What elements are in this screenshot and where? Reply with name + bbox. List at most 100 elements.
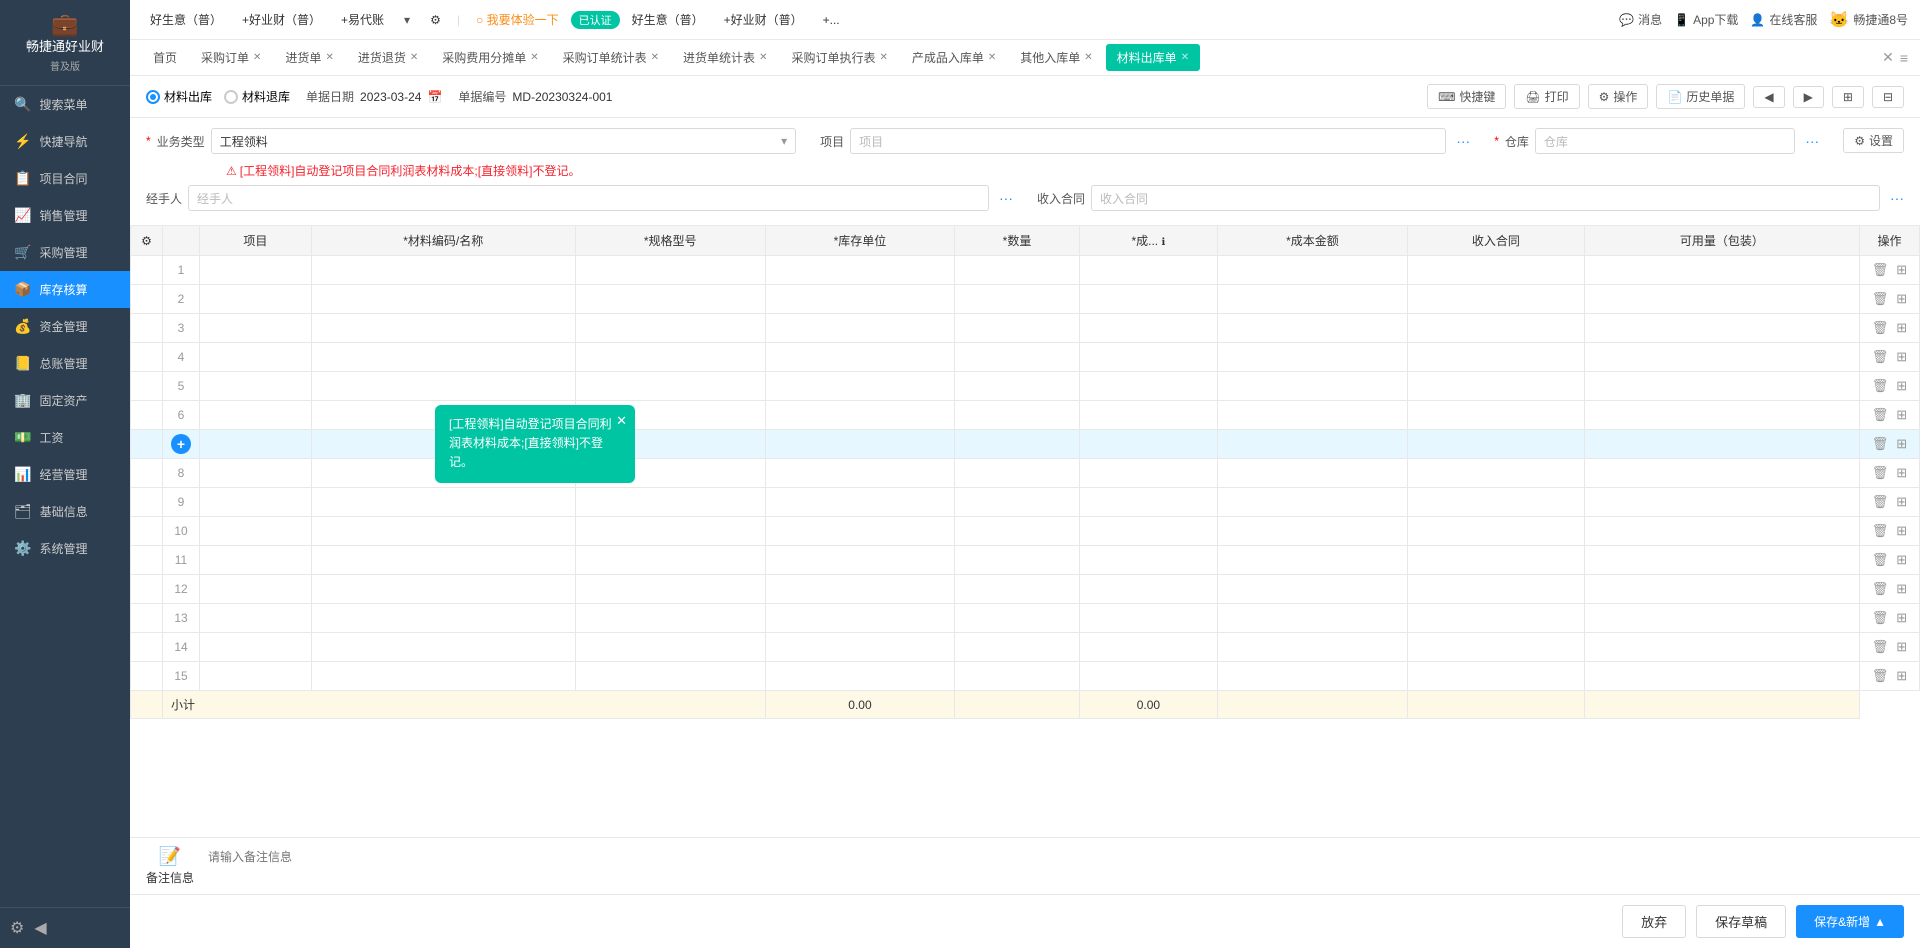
cell-income-contract[interactable] [1407, 285, 1584, 314]
tab-purchase-exec[interactable]: 采购订单执行表 ✕ [780, 44, 898, 71]
col-project[interactable]: 项目 [200, 226, 312, 256]
col-spec[interactable]: *规格型号 [575, 226, 765, 256]
tab-material-issue[interactable]: 材料出库单 ✕ [1106, 44, 1200, 71]
cell-available[interactable] [1584, 488, 1859, 517]
copy-icon[interactable]: ⊞ [1894, 550, 1909, 570]
cell-available[interactable] [1584, 604, 1859, 633]
cell-warehouse[interactable] [765, 633, 955, 662]
tab-menu-btn[interactable]: ≡ [1900, 50, 1908, 66]
cell-project[interactable] [200, 488, 312, 517]
cell-spec[interactable] [575, 488, 765, 517]
sidebar-item-ledger[interactable]: 📒 总账管理 [0, 345, 130, 382]
cell-warehouse[interactable] [765, 517, 955, 546]
cell-quantity[interactable] [955, 575, 1079, 604]
app-download-btn[interactable]: 📱 App下载 [1674, 11, 1738, 28]
col-warehouse[interactable]: *库存单位 [765, 226, 955, 256]
tab-close-icon[interactable]: ✕ [759, 52, 767, 63]
cell-income-contract[interactable] [1407, 488, 1584, 517]
tab-receipt-stats[interactable]: 进货单统计表 ✕ [672, 44, 778, 71]
tab-goods-receipt[interactable]: 进货单 ✕ [274, 44, 344, 71]
cell-available[interactable] [1584, 459, 1859, 488]
topbar-nav-more-2[interactable]: +... [815, 9, 848, 31]
remark-input[interactable] [204, 846, 1904, 868]
sidebar-item-system[interactable]: ⚙️ 系统管理 [0, 530, 130, 567]
cell-spec[interactable] [575, 256, 765, 285]
copy-icon[interactable]: ⊞ [1894, 289, 1909, 309]
topbar-nav-more-0[interactable]: 好生意（普） [624, 7, 712, 32]
cell-cost-amount[interactable] [1218, 343, 1408, 372]
cell-quantity[interactable] [955, 256, 1079, 285]
col-income-contract[interactable]: 收入合同 [1407, 226, 1584, 256]
delete-icon[interactable]: 🗑 [1870, 637, 1891, 657]
cell-project[interactable] [200, 546, 312, 575]
tab-close-icon[interactable]: ✕ [1084, 52, 1092, 63]
cell-material[interactable] [311, 662, 575, 691]
delete-icon[interactable]: 🗑 [1870, 376, 1891, 396]
copy-icon[interactable]: ⊞ [1894, 434, 1909, 454]
sidebar-item-project-contract[interactable]: 📋 项目合同 [0, 160, 130, 197]
cell-income-contract[interactable] [1407, 401, 1584, 430]
radio-material-return[interactable]: 材料退库 [224, 88, 290, 105]
business-type-input[interactable]: 工程领料 ▾ [211, 128, 796, 154]
col-settings[interactable]: ⚙ [131, 226, 163, 256]
cell-available[interactable] [1584, 517, 1859, 546]
cell-cost-amount[interactable] [1218, 256, 1408, 285]
cell-cost-amount[interactable] [1218, 604, 1408, 633]
grid-view-btn[interactable]: ⊞ [1832, 86, 1864, 108]
shortcut-btn[interactable]: ⌨ 快捷键 [1427, 84, 1506, 109]
delete-icon[interactable]: 🗑 [1870, 608, 1891, 628]
cell-cost-price[interactable] [1079, 662, 1217, 691]
info-icon[interactable]: ℹ [1161, 237, 1165, 248]
message-btn[interactable]: 💬 消息 [1619, 11, 1662, 28]
cell-cost-amount[interactable] [1218, 546, 1408, 575]
topbar-nav-item-0[interactable]: 好生意（普） [142, 7, 230, 32]
cell-cost-price[interactable] [1079, 372, 1217, 401]
cell-income-contract[interactable] [1407, 343, 1584, 372]
cell-cost-price[interactable] [1079, 285, 1217, 314]
cell-material[interactable] [311, 517, 575, 546]
discard-button[interactable]: 放弃 [1622, 905, 1686, 938]
copy-icon[interactable]: ⊞ [1894, 666, 1909, 686]
sidebar-item-inventory[interactable]: 📦 库存核算 [0, 271, 130, 308]
cell-cost-price[interactable] [1079, 575, 1217, 604]
online-service-btn[interactable]: 👤 在线客服 [1750, 11, 1817, 28]
cell-project[interactable] [200, 459, 312, 488]
cell-quantity[interactable] [955, 343, 1079, 372]
copy-icon[interactable]: ⊞ [1894, 608, 1909, 628]
sidebar-item-fixed-assets[interactable]: 🏢 固定资产 [0, 382, 130, 419]
cell-warehouse[interactable] [765, 604, 955, 633]
cell-spec[interactable] [575, 372, 765, 401]
sidebar-item-sales[interactable]: 📈 销售管理 [0, 197, 130, 234]
copy-icon[interactable]: ⊞ [1894, 521, 1909, 541]
copy-icon[interactable]: ⊞ [1894, 579, 1909, 599]
cell-material[interactable] [311, 575, 575, 604]
print-btn[interactable]: 🖨 打印 [1514, 84, 1579, 109]
cell-warehouse[interactable] [765, 256, 955, 285]
save-dropdown-icon[interactable]: ▲ [1874, 915, 1886, 929]
cell-quantity[interactable] [955, 285, 1079, 314]
history-btn[interactable]: 📄 历史单据 [1656, 84, 1745, 109]
tab-purchase-order[interactable]: 采购订单 ✕ [190, 44, 272, 71]
cell-income-contract[interactable] [1407, 459, 1584, 488]
cell-material[interactable] [311, 285, 575, 314]
col-available[interactable]: 可用量（包装） [1584, 226, 1859, 256]
cell-material[interactable] [311, 546, 575, 575]
cell-cost-price[interactable] [1079, 633, 1217, 662]
cell-cost-amount[interactable] [1218, 488, 1408, 517]
cell-material[interactable] [311, 633, 575, 662]
copy-icon[interactable]: ⊞ [1894, 347, 1909, 367]
cell-available[interactable] [1584, 575, 1859, 604]
sidebar-item-basic-info[interactable]: 🗂 基础信息 [0, 493, 130, 530]
cell-cost-price[interactable] [1079, 604, 1217, 633]
save-button[interactable]: 保存&新增 ▲ [1796, 905, 1904, 938]
copy-icon[interactable]: ⊞ [1894, 405, 1909, 425]
sidebar-settings-icon[interactable]: ⚙ [10, 918, 24, 938]
cell-warehouse[interactable] [765, 343, 955, 372]
cell-cost-price[interactable] [1079, 401, 1217, 430]
cell-warehouse[interactable] [765, 662, 955, 691]
cell-project[interactable] [200, 575, 312, 604]
delete-icon[interactable]: 🗑 [1870, 463, 1891, 483]
cell-income-contract[interactable] [1407, 256, 1584, 285]
cell-project[interactable] [200, 343, 312, 372]
operations-btn[interactable]: ⚙ 操作 [1588, 84, 1649, 109]
